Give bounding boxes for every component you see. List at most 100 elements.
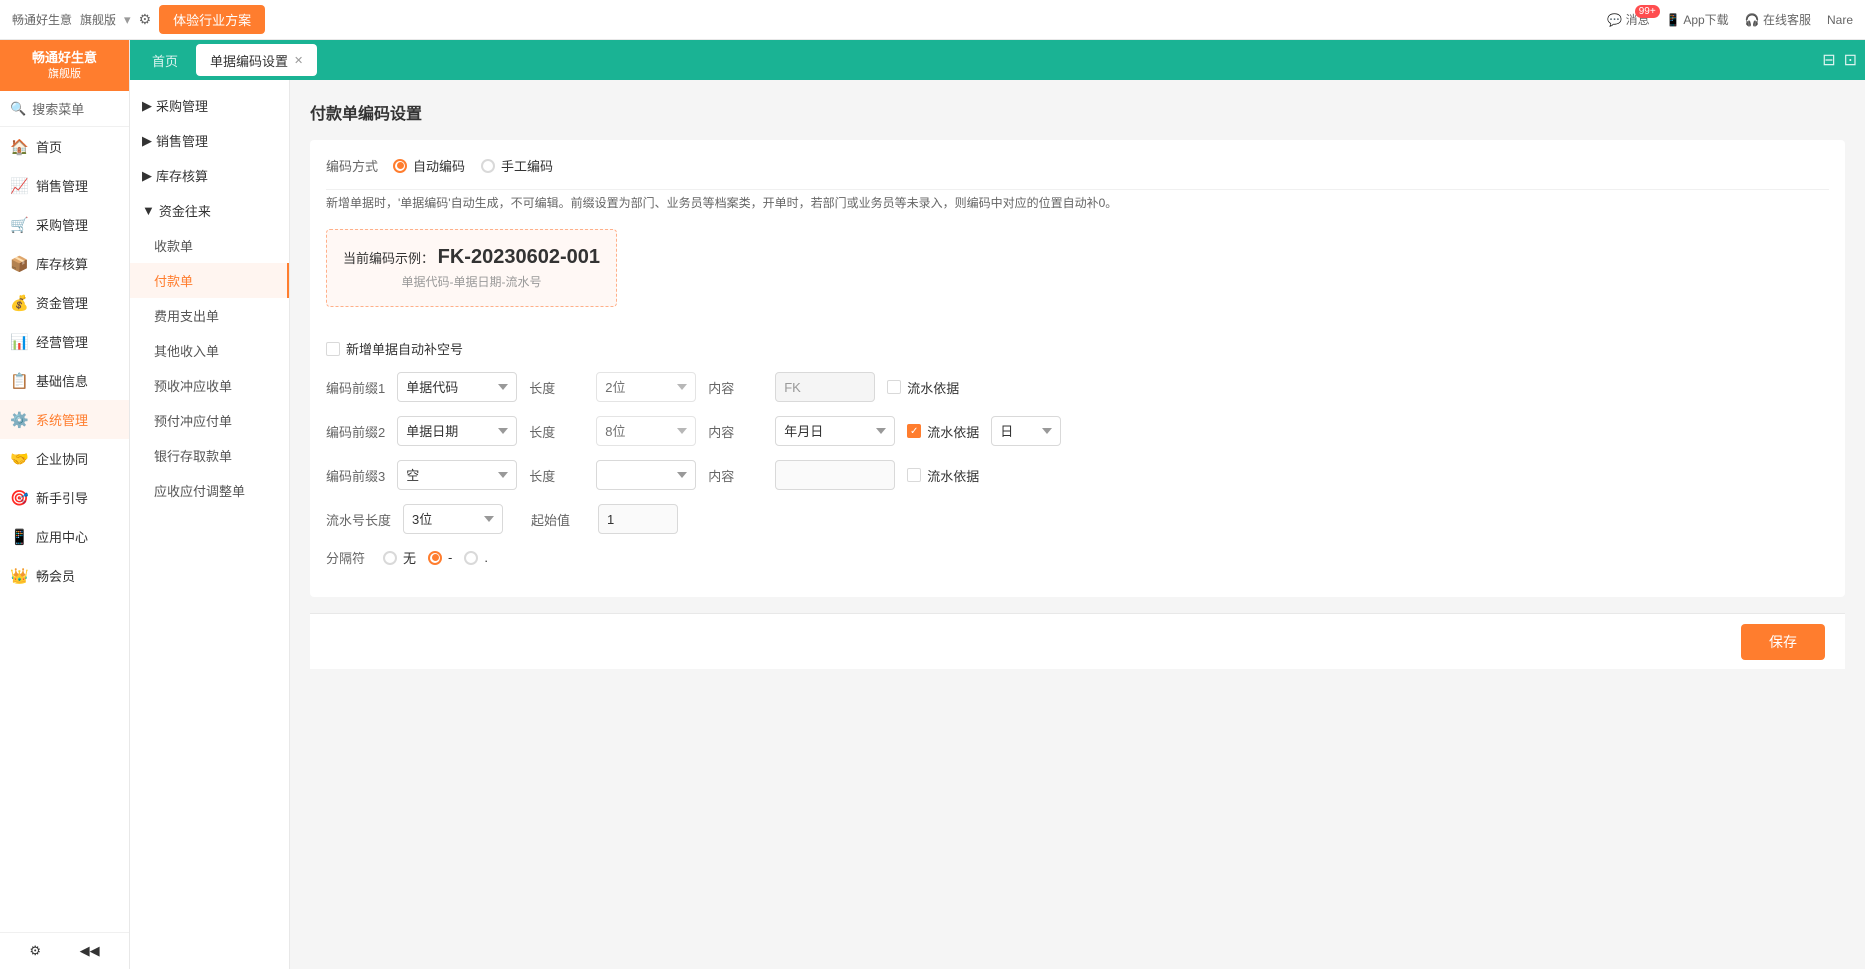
serial-length-select[interactable]: 3位 <box>403 504 503 534</box>
sidebar-item-system[interactable]: ⚙️ 系统管理 <box>0 400 129 439</box>
encoding-method-label: 编码方式 <box>326 156 381 175</box>
sidebar-item-enterprise[interactable]: 🤝 企业协同 <box>0 439 129 478</box>
separator-row: 分隔符 无 - . <box>326 548 1829 567</box>
sidebar-item-finance[interactable]: 💰 资金管理 <box>0 283 129 322</box>
auto-fill-checkbox-box[interactable] <box>326 342 340 356</box>
code-preview-box: 当前编码示例： FK-20230602-001 单据代码-单据日期-流水号 <box>326 229 617 307</box>
search-menu[interactable]: 🔍 搜索菜单 <box>0 91 129 127</box>
tab-encoding-settings[interactable]: 单据编码设置 ✕ <box>196 44 317 76</box>
collapse-icon[interactable]: ◀◀ <box>80 943 100 959</box>
prefix-row-1: 编码前缀1 单据代码 长度 2位 内容 流水依据 <box>326 372 1829 402</box>
content2-label: 内容 <box>708 422 763 441</box>
content2-select[interactable]: 年月日 <box>775 416 895 446</box>
phone-icon: 📱 <box>1666 13 1681 27</box>
settings-icon[interactable]: ⚙ <box>139 11 152 28</box>
sub-item-adjustment[interactable]: 应收应付调整单 <box>130 473 289 508</box>
sidebar-item-member[interactable]: 👑 畅会员 <box>0 556 129 595</box>
app-download[interactable]: 📱 App下载 <box>1666 11 1729 28</box>
sidebar-item-app[interactable]: 📱 应用中心 <box>0 517 129 556</box>
message-container[interactable]: 💬 消息 99+ <box>1607 11 1649 28</box>
save-button[interactable]: 保存 <box>1741 624 1825 660</box>
tab-expand-button[interactable]: ⊡ <box>1844 50 1857 70</box>
sidebar-item-purchase[interactable]: 🛒 采购管理 <box>0 205 129 244</box>
separator-dash-option[interactable]: - <box>428 550 452 565</box>
auto-encode-label: 自动编码 <box>413 156 465 175</box>
sidebar-item-inventory[interactable]: 📦 库存核算 <box>0 244 129 283</box>
separator-dot-option[interactable]: . <box>464 550 488 565</box>
sidebar-item-basic[interactable]: 📋 基础信息 <box>0 361 129 400</box>
tab-bar: 首页 单据编码设置 ✕ ⊟ ⊡ <box>130 40 1865 80</box>
serial3-checkbox[interactable]: 流水依据 <box>907 466 979 485</box>
tab-home[interactable]: 首页 <box>138 44 192 76</box>
sub-item-advance-payable[interactable]: 预付冲应付单 <box>130 403 289 438</box>
serial1-checkbox-box[interactable] <box>887 380 901 394</box>
message-badge: 99+ <box>1635 5 1660 18</box>
sub-item-bank[interactable]: 银行存取款单 <box>130 438 289 473</box>
separator-dot-radio[interactable] <box>464 551 478 565</box>
sub-item-expense[interactable]: 费用支出单 <box>130 298 289 333</box>
auto-encode-radio[interactable] <box>393 159 407 173</box>
separator-dash-radio[interactable] <box>428 551 442 565</box>
prefix1-select[interactable]: 单据代码 <box>397 372 517 402</box>
separator-none-option[interactable]: 无 <box>383 548 416 567</box>
online-service[interactable]: 🎧 在线客服 <box>1745 11 1811 28</box>
page-content: 付款单编码设置 编码方式 自动编码 <box>290 80 1865 969</box>
sub-item-payment[interactable]: 付款单 <box>130 263 289 298</box>
start-value-label: 起始值 <box>531 510 586 529</box>
sidebar-bottom: ⚙ ◀◀ <box>0 932 129 969</box>
sub-group-sales[interactable]: ▶ 销售管理 <box>130 123 289 158</box>
serial2-checkbox-box[interactable]: ✓ <box>907 424 921 438</box>
system-icon: ⚙️ <box>10 411 28 429</box>
manual-encode-radio[interactable] <box>481 159 495 173</box>
length2-select[interactable]: 8位 <box>596 416 696 446</box>
sub-item-advance-receivable[interactable]: 预收冲应收单 <box>130 368 289 403</box>
hint-text: 新增单据时，'单据编码'自动生成，不可编辑。前缀设置为部门、业务员等档案类，开单… <box>326 194 1829 213</box>
settings-bottom-icon[interactable]: ⚙ <box>29 943 41 959</box>
sub-sidebar: ▶ 采购管理 ▶ 销售管理 ▶ 库存核算 ▼ 资金往来 收款单 付款单 费用支出… <box>130 80 290 969</box>
sub-group-purchase[interactable]: ▶ 采购管理 <box>130 88 289 123</box>
length1-label: 长度 <box>529 378 584 397</box>
sidebar-item-operation[interactable]: 📊 经营管理 <box>0 322 129 361</box>
length3-select[interactable] <box>596 460 696 490</box>
prefix-row-3: 编码前缀3 空 长度 内容 流水依据 <box>326 460 1829 490</box>
serial3-checkbox-box[interactable] <box>907 468 921 482</box>
tab-minimize-button[interactable]: ⊟ <box>1822 50 1835 70</box>
sidebar-item-guide[interactable]: 🎯 新手引导 <box>0 478 129 517</box>
serial1-checkbox[interactable]: 流水依据 <box>887 378 959 397</box>
length3-label: 长度 <box>529 466 584 485</box>
search-icon: 🔍 <box>10 101 26 117</box>
auto-fill-label: 新增单据自动补空号 <box>346 339 463 358</box>
page-footer: 保存 <box>310 613 1845 669</box>
tab-bar-right: ⊟ ⊡ <box>1822 50 1857 70</box>
serial3-label: 流水依据 <box>927 466 979 485</box>
auto-encode-option[interactable]: 自动编码 <box>393 156 465 175</box>
brand-name: 畅通好生意 <box>12 11 72 28</box>
auto-fill-checkbox[interactable]: 新增单据自动补空号 <box>326 339 463 358</box>
sub-group-capital[interactable]: ▼ 资金往来 <box>130 193 289 228</box>
chevron-right-icon: ▶ <box>142 168 152 184</box>
enterprise-icon: 🤝 <box>10 450 28 468</box>
sidebar-item-home[interactable]: 🏠 首页 <box>0 127 129 166</box>
manual-encode-option[interactable]: 手工编码 <box>481 156 553 175</box>
separator-none-radio[interactable] <box>383 551 397 565</box>
prefix3-select[interactable]: 空 <box>397 460 517 490</box>
period2-select[interactable]: 日 <box>991 416 1061 446</box>
sub-group-inventory[interactable]: ▶ 库存核算 <box>130 158 289 193</box>
headset-icon: 🎧 <box>1745 13 1760 27</box>
serial1-label: 流水依据 <box>907 378 959 397</box>
brand-arrow-icon[interactable]: ▾ <box>124 12 131 28</box>
prefix2-select[interactable]: 单据日期 <box>397 416 517 446</box>
user-name[interactable]: Nare <box>1827 13 1853 27</box>
serial2-checkbox[interactable]: ✓ 流水依据 <box>907 422 979 441</box>
content3-input[interactable] <box>775 460 895 490</box>
start-value-input[interactable] <box>598 504 678 534</box>
radio-group: 自动编码 手工编码 <box>393 156 553 175</box>
sidebar-item-sales[interactable]: 📈 销售管理 <box>0 166 129 205</box>
length1-select[interactable]: 2位 <box>596 372 696 402</box>
tab-close-icon[interactable]: ✕ <box>294 54 303 67</box>
sub-item-other-income[interactable]: 其他收入单 <box>130 333 289 368</box>
sidebar-logo: 畅通好生意 旗舰版 <box>0 40 129 91</box>
sub-item-receipt[interactable]: 收款单 <box>130 228 289 263</box>
content1-input[interactable] <box>775 372 875 402</box>
experience-button[interactable]: 体验行业方案 <box>159 5 265 34</box>
